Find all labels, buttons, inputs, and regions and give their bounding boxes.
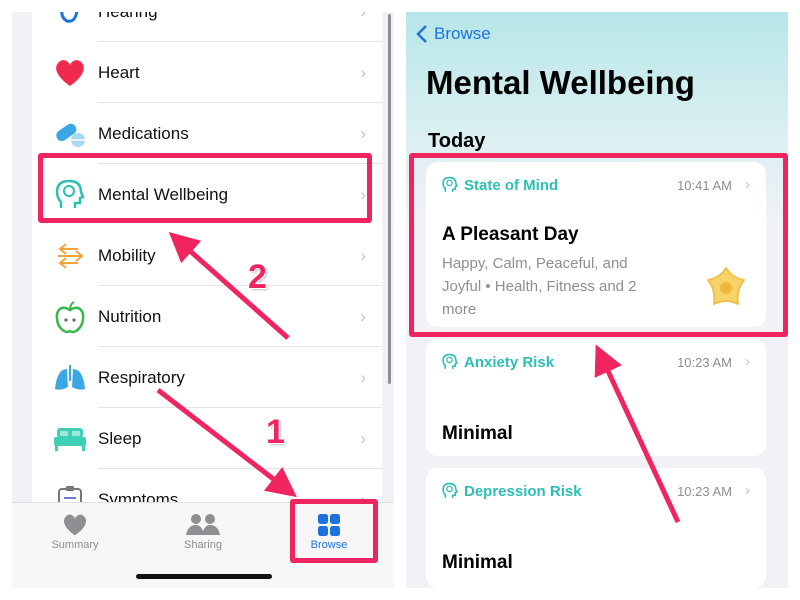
chevron-right-icon: › xyxy=(360,367,366,387)
step-2-label: 2 xyxy=(248,258,267,296)
step-1-label: 1 xyxy=(266,413,285,451)
tab-summary[interactable]: Summary xyxy=(20,511,130,551)
highlight-browse-tab xyxy=(290,499,378,563)
chevron-right-icon: › xyxy=(745,482,750,499)
chevron-right-icon: › xyxy=(745,353,750,370)
section-header-today: Today xyxy=(428,130,486,152)
category-row-mobility[interactable]: Mobility › xyxy=(32,225,382,286)
tab-sharing[interactable]: Sharing xyxy=(148,511,258,551)
tutorial-screenshot: Hearing › Heart › Medications › Mental W… xyxy=(0,0,800,600)
chevron-right-icon: › xyxy=(360,428,366,448)
home-indicator xyxy=(136,574,272,579)
people-icon xyxy=(148,511,258,539)
category-row-respiratory[interactable]: Respiratory › xyxy=(32,347,382,408)
lungs-icon xyxy=(52,360,88,396)
head-brain-icon xyxy=(442,353,458,369)
category-list: Hearing › Heart › Medications › Mental W… xyxy=(32,12,382,502)
clipboard-icon xyxy=(52,482,88,502)
back-button[interactable]: Browse xyxy=(416,24,491,44)
category-row-nutrition[interactable]: Nutrition › xyxy=(32,286,382,347)
heart-icon xyxy=(52,55,88,91)
scrollbar[interactable] xyxy=(388,14,391,384)
chevron-right-icon: › xyxy=(360,245,366,265)
highlight-state-of-mind-card xyxy=(409,153,788,337)
heart-icon xyxy=(20,511,130,539)
bed-icon xyxy=(52,421,88,457)
chevron-left-icon xyxy=(416,25,427,43)
head-brain-icon xyxy=(442,482,458,498)
page-title: Mental Wellbeing xyxy=(426,64,695,101)
highlight-mental-wellbeing xyxy=(38,153,372,223)
chevron-right-icon: › xyxy=(360,62,366,82)
chevron-right-icon: › xyxy=(360,123,366,143)
category-row-symptoms[interactable]: Symptoms › xyxy=(32,469,382,502)
apple-icon xyxy=(52,299,88,335)
hearing-icon xyxy=(52,12,88,30)
card-anxiety-risk[interactable]: Anxiety Risk 10:23 AM › Minimal xyxy=(426,339,766,456)
chevron-right-icon: › xyxy=(360,306,366,326)
card-depression-risk[interactable]: Depression Risk 10:23 AM › Minimal xyxy=(426,468,766,588)
arrows-icon xyxy=(52,238,88,274)
chevron-right-icon: › xyxy=(360,12,366,22)
pills-icon xyxy=(52,116,88,152)
category-row-sleep[interactable]: Sleep › xyxy=(32,408,382,469)
category-row-hearing[interactable]: Hearing › xyxy=(32,12,382,42)
category-row-heart[interactable]: Heart › xyxy=(32,42,382,103)
